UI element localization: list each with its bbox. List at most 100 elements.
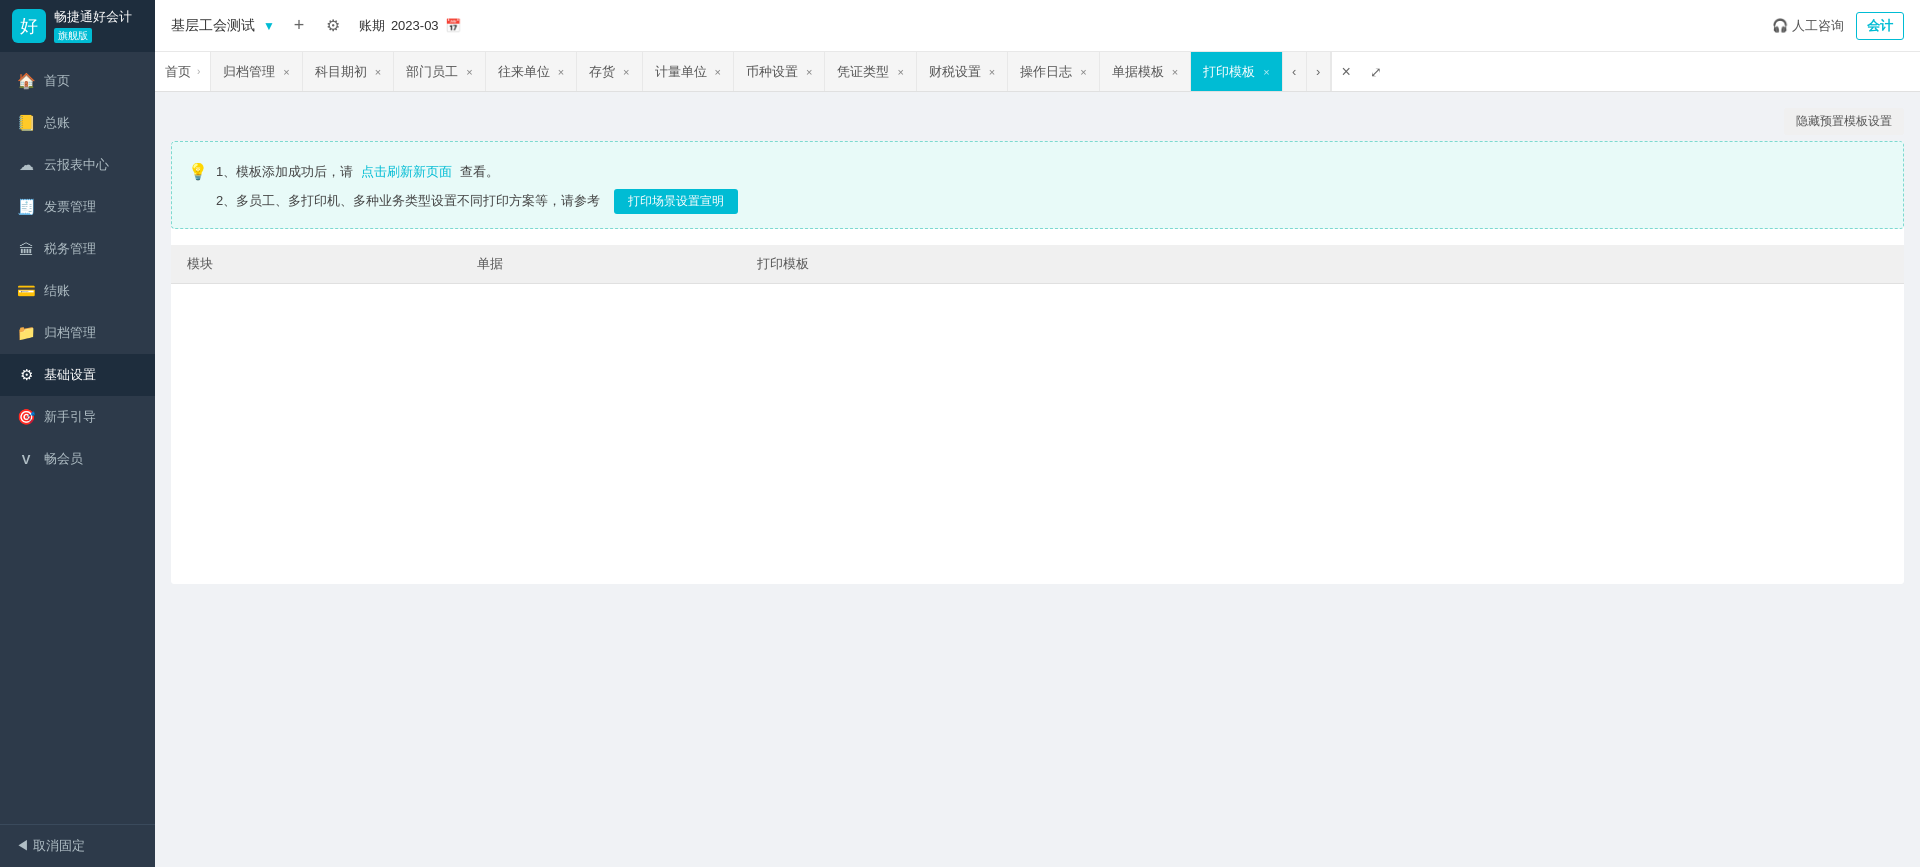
logo-text: 畅捷通好会计 旗舰版	[54, 9, 132, 44]
sidebar-label-settings: 基础设置	[44, 366, 96, 384]
tab-print-template-label: 打印模板	[1203, 63, 1255, 81]
sidebar-item-checkout[interactable]: 💳 结账	[0, 270, 155, 312]
sidebar-label-guide: 新手引导	[44, 408, 96, 426]
sidebar-label-ledger: 总账	[44, 114, 70, 132]
tab-subjects-close[interactable]: ×	[375, 66, 381, 78]
tab-archive-mgmt[interactable]: 归档管理 ×	[211, 52, 302, 92]
ledger-icon: 📒	[16, 113, 36, 133]
service-button[interactable]: 🎧 人工咨询	[1772, 17, 1844, 35]
tab-inventory[interactable]: 存货 ×	[577, 52, 642, 92]
tax-icon: 🏛	[16, 239, 36, 259]
tab-inventory-close[interactable]: ×	[623, 66, 629, 78]
tab-prev-button[interactable]: ‹	[1283, 52, 1307, 92]
sidebar-item-report[interactable]: ☁ 云报表中心	[0, 144, 155, 186]
tab-departments-label: 部门员工	[406, 63, 458, 81]
calendar-icon[interactable]: 📅	[445, 18, 461, 33]
topbar-right: 🎧 人工咨询 会计	[1772, 12, 1904, 40]
sidebar-label-tax: 税务管理	[44, 240, 96, 258]
table-body	[171, 284, 1904, 584]
notice-line1-suffix: 查看。	[460, 159, 499, 185]
sidebar-item-ledger[interactable]: 📒 总账	[0, 102, 155, 144]
table-col-single: 单据	[477, 255, 757, 273]
sidebar-item-guide[interactable]: 🎯 新手引导	[0, 396, 155, 438]
tab-partners[interactable]: 往来单位 ×	[486, 52, 577, 92]
hide-template-button[interactable]: 隐藏预置模板设置	[1784, 108, 1904, 135]
report-icon: ☁	[16, 155, 36, 175]
tab-single-template-close[interactable]: ×	[1172, 66, 1178, 78]
company-selector[interactable]: 基层工会测试 ▼	[171, 17, 275, 35]
sidebar-nav: 🏠 首页 📒 总账 ☁ 云报表中心 🧾 发票管理 🏛 税务管理 💳 结账 📁 归…	[0, 52, 155, 824]
notice-line-1: 💡 1、模板添加成功后，请 点击刷新新页面 查看。	[188, 156, 1887, 188]
main-area: 基层工会测试 ▼ + ⚙ 账期 2023-03 📅 🎧 人工咨询 会计 首页 ›…	[155, 0, 1920, 867]
sidebar-item-settings[interactable]: ⚙ 基础设置	[0, 354, 155, 396]
tab-currency[interactable]: 币种设置 ×	[734, 52, 825, 92]
tab-archive-mgmt-close[interactable]: ×	[283, 66, 289, 78]
maximize-button[interactable]: ⤢	[1361, 52, 1391, 92]
notice-line1-prefix: 1、模板添加成功后，请	[216, 159, 353, 185]
period-display: 账期 2023-03 📅	[359, 17, 461, 35]
headset-icon: 🎧	[1772, 18, 1788, 33]
tab-voucher-type-label: 凭证类型	[837, 63, 889, 81]
kuaiji-label: 会计	[1867, 18, 1893, 33]
app-name: 畅捷通好会计	[54, 9, 132, 26]
tab-subjects[interactable]: 科目期初 ×	[303, 52, 394, 92]
period-label: 账期	[359, 17, 385, 35]
tab-single-template[interactable]: 单据模板 ×	[1100, 52, 1191, 92]
tab-voucher-type[interactable]: 凭证类型 ×	[825, 52, 916, 92]
add-tab-button[interactable]: +	[285, 12, 313, 40]
table-header: 模块 单据 打印模板	[171, 245, 1904, 284]
tab-partners-label: 往来单位	[498, 63, 550, 81]
tab-tax-settings-label: 财税设置	[929, 63, 981, 81]
sidebar-item-member[interactable]: V 畅会员	[0, 438, 155, 480]
tab-operation-log-close[interactable]: ×	[1080, 66, 1086, 78]
tab-currency-close[interactable]: ×	[806, 66, 812, 78]
unpin-label: ◀ 取消固定	[16, 837, 85, 855]
print-scene-btn[interactable]: 打印场景设置宣明	[614, 189, 738, 214]
sidebar: 好 畅捷通好会计 旗舰版 🏠 首页 📒 总账 ☁ 云报表中心 🧾 发票管理 🏛 …	[0, 0, 155, 867]
tab-unit[interactable]: 计量单位 ×	[643, 52, 734, 92]
kuaiji-button[interactable]: 会计	[1856, 12, 1904, 40]
checkout-icon: 💳	[16, 281, 36, 301]
tab-unit-close[interactable]: ×	[715, 66, 721, 78]
tab-next-button[interactable]: ›	[1307, 52, 1331, 92]
sidebar-unpin-button[interactable]: ◀ 取消固定	[0, 824, 155, 867]
notice-line-2: 2、多员工、多打印机、多种业务类型设置不同打印方案等，请参考 打印场景设置宣明	[188, 188, 1887, 214]
sidebar-label-checkout: 结账	[44, 282, 70, 300]
tab-single-template-label: 单据模板	[1112, 63, 1164, 81]
tab-inventory-label: 存货	[589, 63, 615, 81]
sidebar-item-home[interactable]: 🏠 首页	[0, 60, 155, 102]
page-content: 隐藏预置模板设置 💡 1、模板添加成功后，请 点击刷新新页面 查看。 2、多员工…	[155, 92, 1920, 867]
guide-icon: 🎯	[16, 407, 36, 427]
tab-tax-settings[interactable]: 财税设置 ×	[917, 52, 1008, 92]
notice-box: 💡 1、模板添加成功后，请 点击刷新新页面 查看。 2、多员工、多打印机、多种业…	[171, 141, 1904, 229]
tab-partners-close[interactable]: ×	[558, 66, 564, 78]
tab-home[interactable]: 首页 ›	[155, 52, 211, 92]
sidebar-label-home: 首页	[44, 72, 70, 90]
close-all-tabs-button[interactable]: ×	[1331, 52, 1361, 92]
tab-print-template-close[interactable]: ×	[1263, 66, 1269, 78]
tab-departments-close[interactable]: ×	[466, 66, 472, 78]
tab-operation-log[interactable]: 操作日志 ×	[1008, 52, 1099, 92]
hide-template-row: 隐藏预置模板设置	[171, 108, 1904, 135]
tab-voucher-type-close[interactable]: ×	[897, 66, 903, 78]
home-icon: 🏠	[16, 71, 36, 91]
tab-operation-log-label: 操作日志	[1020, 63, 1072, 81]
table-col-template: 打印模板	[757, 255, 1888, 273]
member-icon: V	[16, 449, 36, 469]
tab-print-template[interactable]: 打印模板 ×	[1191, 52, 1282, 92]
sidebar-item-archive[interactable]: 📁 归档管理	[0, 312, 155, 354]
gear-button[interactable]: ⚙	[319, 12, 347, 40]
tab-currency-label: 币种设置	[746, 63, 798, 81]
sidebar-label-invoice: 发票管理	[44, 198, 96, 216]
logo-icon: 好	[12, 9, 46, 43]
bulb-icon: 💡	[188, 156, 208, 188]
tab-unit-label: 计量单位	[655, 63, 707, 81]
notice-line2-prefix: 2、多员工、多打印机、多种业务类型设置不同打印方案等，请参考	[216, 188, 600, 214]
notice-refresh-link[interactable]: 点击刷新新页面	[361, 159, 452, 185]
app-edition: 旗舰版	[54, 28, 92, 43]
sidebar-label-report: 云报表中心	[44, 156, 109, 174]
tab-departments[interactable]: 部门员工 ×	[394, 52, 485, 92]
sidebar-item-invoice[interactable]: 🧾 发票管理	[0, 186, 155, 228]
sidebar-item-tax[interactable]: 🏛 税务管理	[0, 228, 155, 270]
tab-tax-settings-close[interactable]: ×	[989, 66, 995, 78]
